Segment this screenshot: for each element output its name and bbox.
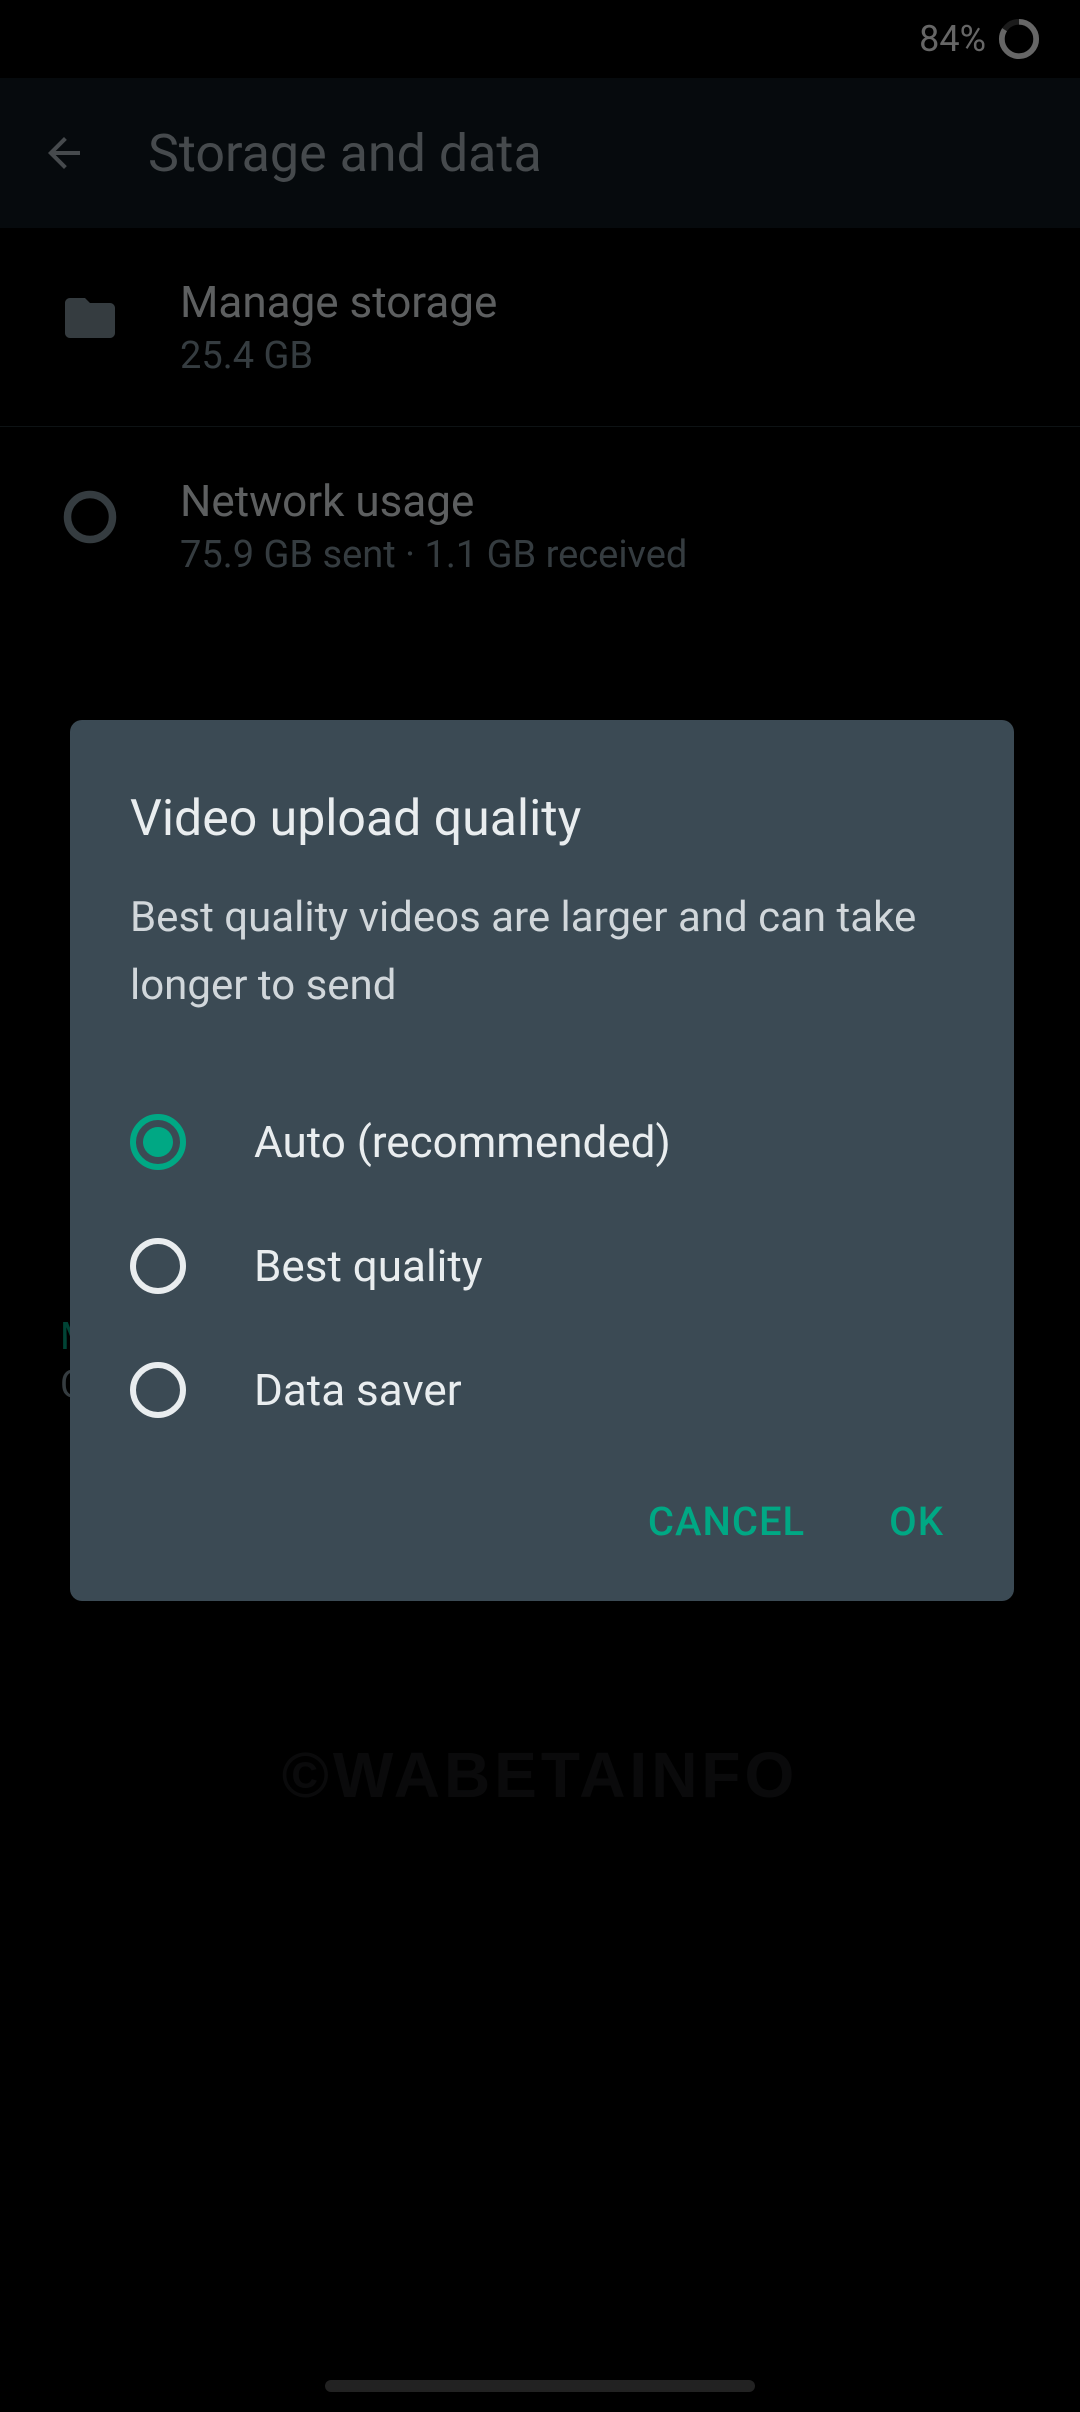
radio-icon xyxy=(130,1362,186,1418)
dialog-actions: CANCEL OK xyxy=(70,1452,1014,1565)
radio-option-auto[interactable]: Auto (recommended) xyxy=(70,1080,1014,1204)
radio-label: Auto (recommended) xyxy=(254,1116,671,1168)
radio-label: Data saver xyxy=(254,1364,462,1416)
radio-icon xyxy=(130,1238,186,1294)
cancel-button[interactable]: CANCEL xyxy=(648,1498,805,1545)
radio-option-datasaver[interactable]: Data saver xyxy=(70,1328,1014,1452)
radio-option-best[interactable]: Best quality xyxy=(70,1204,1014,1328)
radio-icon xyxy=(130,1114,186,1170)
ok-button[interactable]: OK xyxy=(889,1498,944,1545)
radio-label: Best quality xyxy=(254,1240,483,1292)
dialog-description: Best quality videos are larger and can t… xyxy=(70,884,1014,1080)
dialog-title: Video upload quality xyxy=(70,790,1014,884)
video-quality-dialog: Video upload quality Best quality videos… xyxy=(70,720,1014,1601)
